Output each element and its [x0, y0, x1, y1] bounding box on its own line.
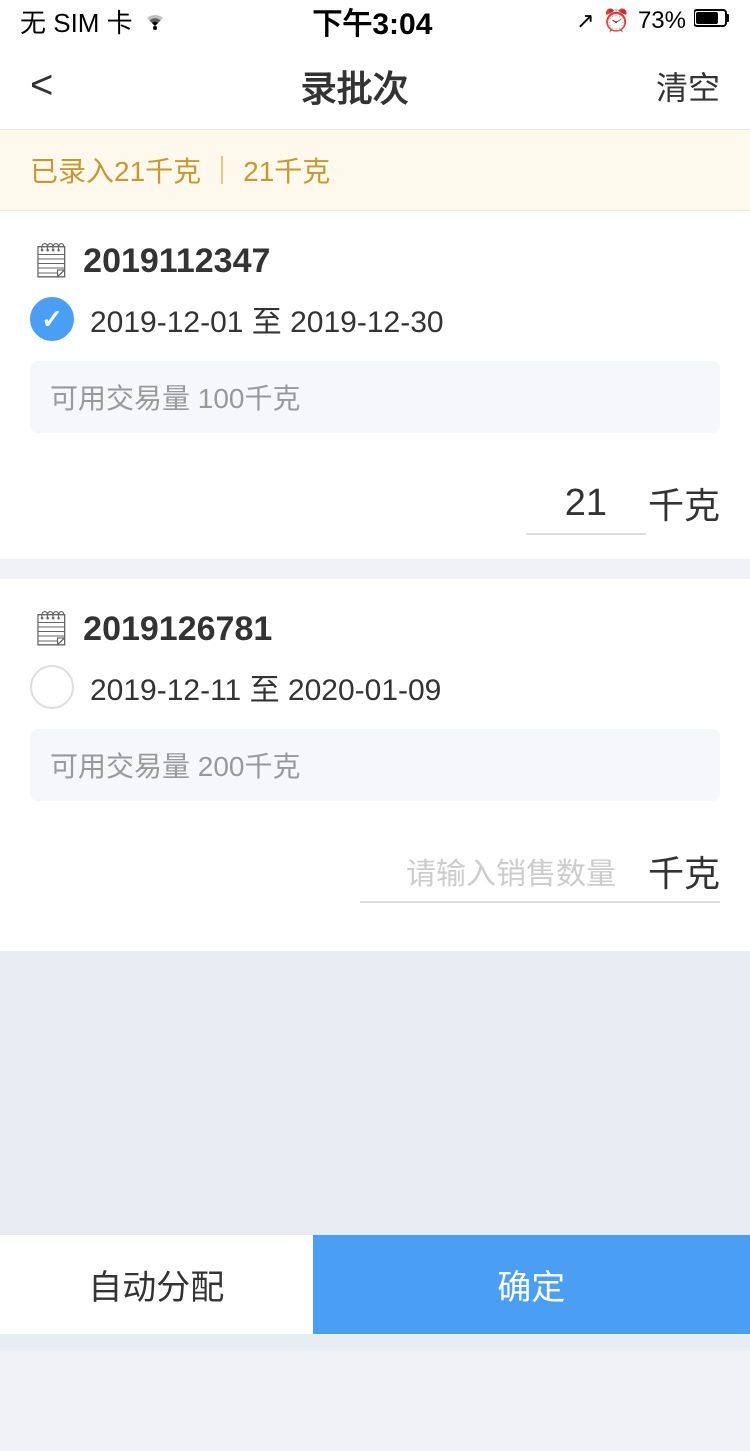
batch1-doc-icon: 🗒	[30, 241, 73, 281]
section-gap	[0, 559, 750, 579]
batch2-qty-wrapper: 请输入销售数量 千克	[0, 821, 750, 951]
batch1-qty-input-row: 千克	[0, 453, 750, 533]
batch2-id-row: 🗒 2019126781	[30, 609, 720, 649]
batch1-input-line	[0, 533, 750, 535]
batch2-available-label: 可用交易量 200千克	[50, 751, 301, 782]
battery-icon	[694, 7, 730, 35]
info-value: 21千克	[243, 150, 330, 190]
batch1-date-row: 2019-12-01 至 2019-12-30	[30, 297, 720, 341]
batch2-qty-placeholder-row: 请输入销售数量 千克	[0, 821, 750, 901]
batch1-qty-unit: 千克	[648, 477, 720, 529]
batch1-qty-wrapper: 千克	[0, 453, 750, 559]
batch1-date-range: 2019-12-01 至 2019-12-30	[90, 297, 444, 341]
status-left: 无 SIM 卡	[20, 3, 169, 40]
auto-distribute-button[interactable]: 自动分配	[0, 1235, 313, 1334]
batch1-id-row: 🗒 2019112347	[30, 241, 720, 281]
back-button[interactable]: <	[30, 63, 53, 108]
batch1-qty-input[interactable]	[502, 482, 622, 525]
batch1-id: 2019112347	[83, 242, 270, 281]
batch2-qty-unit: 千克	[648, 845, 720, 897]
batch1-radio[interactable]	[30, 297, 74, 341]
batch1-available-label: 可用交易量 100千克	[50, 383, 301, 414]
status-bar: 无 SIM 卡 下午3:04 ↗ ⏰ 73%	[0, 0, 750, 42]
nav-title: 录批次	[301, 60, 409, 112]
bottom-bar: 自动分配 确定	[0, 1234, 750, 1334]
batch2-date-range: 2019-12-11 至 2020-01-09	[90, 665, 441, 709]
batch2-available-box: 可用交易量 200千克	[30, 729, 720, 801]
batch2-card: 🗒 2019126781 2019-12-11 至 2020-01-09 可用交…	[0, 579, 750, 821]
batch2-id: 2019126781	[83, 610, 272, 649]
batch2-date-row: 2019-12-11 至 2020-01-09	[30, 665, 720, 709]
batch1-card: 🗒 2019112347 2019-12-01 至 2019-12-30 可用交…	[0, 211, 750, 453]
sim-text: 无 SIM 卡	[20, 3, 133, 40]
confirm-button[interactable]: 确定	[313, 1235, 750, 1334]
nav-bar: < 录批次 清空	[0, 42, 750, 130]
batch2-radio[interactable]	[30, 665, 74, 709]
info-banner: 已录入21千克 21千克	[0, 130, 750, 211]
wifi-icon	[141, 6, 169, 37]
status-time: 下午3:04	[312, 0, 432, 43]
alarm-icon: ⏰	[603, 8, 630, 34]
status-right: ↗ ⏰ 73%	[576, 7, 730, 35]
location-icon: ↗	[576, 8, 594, 34]
battery-text: 73%	[638, 7, 686, 35]
batch2-qty-placeholder: 请输入销售数量	[406, 849, 616, 893]
batch1-available-box: 可用交易量 100千克	[30, 361, 720, 433]
info-label: 已录入21千克	[30, 150, 201, 190]
clear-button[interactable]: 清空	[656, 63, 720, 109]
batch2-doc-icon: 🗒	[30, 609, 73, 649]
info-divider	[221, 156, 223, 184]
